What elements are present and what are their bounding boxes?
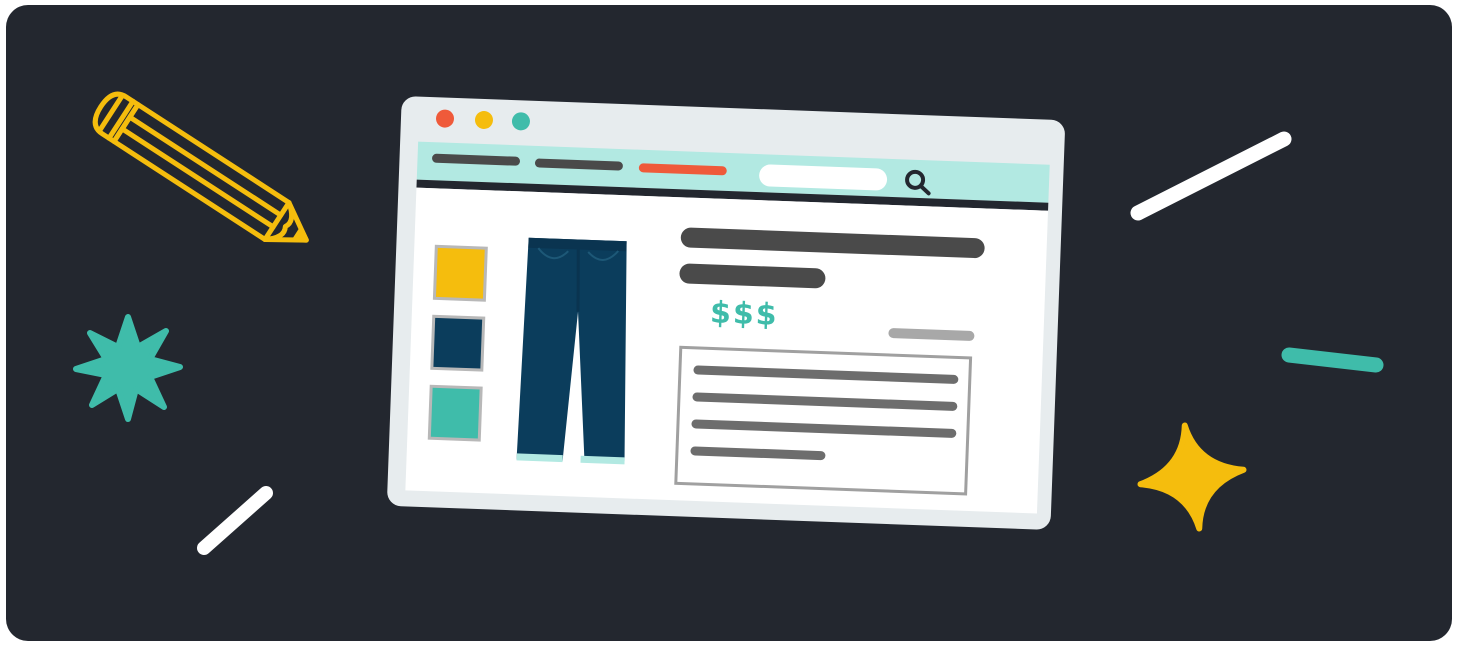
teal-dash-right — [1281, 347, 1384, 373]
nav-item-1 — [432, 153, 520, 166]
swatch-yellow — [432, 244, 488, 302]
description-line-4 — [690, 446, 826, 461]
search-field — [759, 164, 888, 191]
product-subtitle — [679, 263, 826, 289]
product-title — [680, 227, 985, 259]
swatch-navy — [430, 314, 486, 372]
price-label: $$$ — [709, 295, 779, 332]
nav-item-2 — [534, 158, 623, 171]
browser-window: $$$ — [387, 96, 1065, 530]
swatch-teal — [427, 384, 483, 442]
illustration-canvas: $$$ — [6, 5, 1452, 641]
illustration-card: $$$ — [6, 5, 1452, 641]
rating-bar — [888, 328, 975, 341]
nav-item-active — [638, 163, 727, 176]
starburst-icon — [73, 314, 183, 422]
